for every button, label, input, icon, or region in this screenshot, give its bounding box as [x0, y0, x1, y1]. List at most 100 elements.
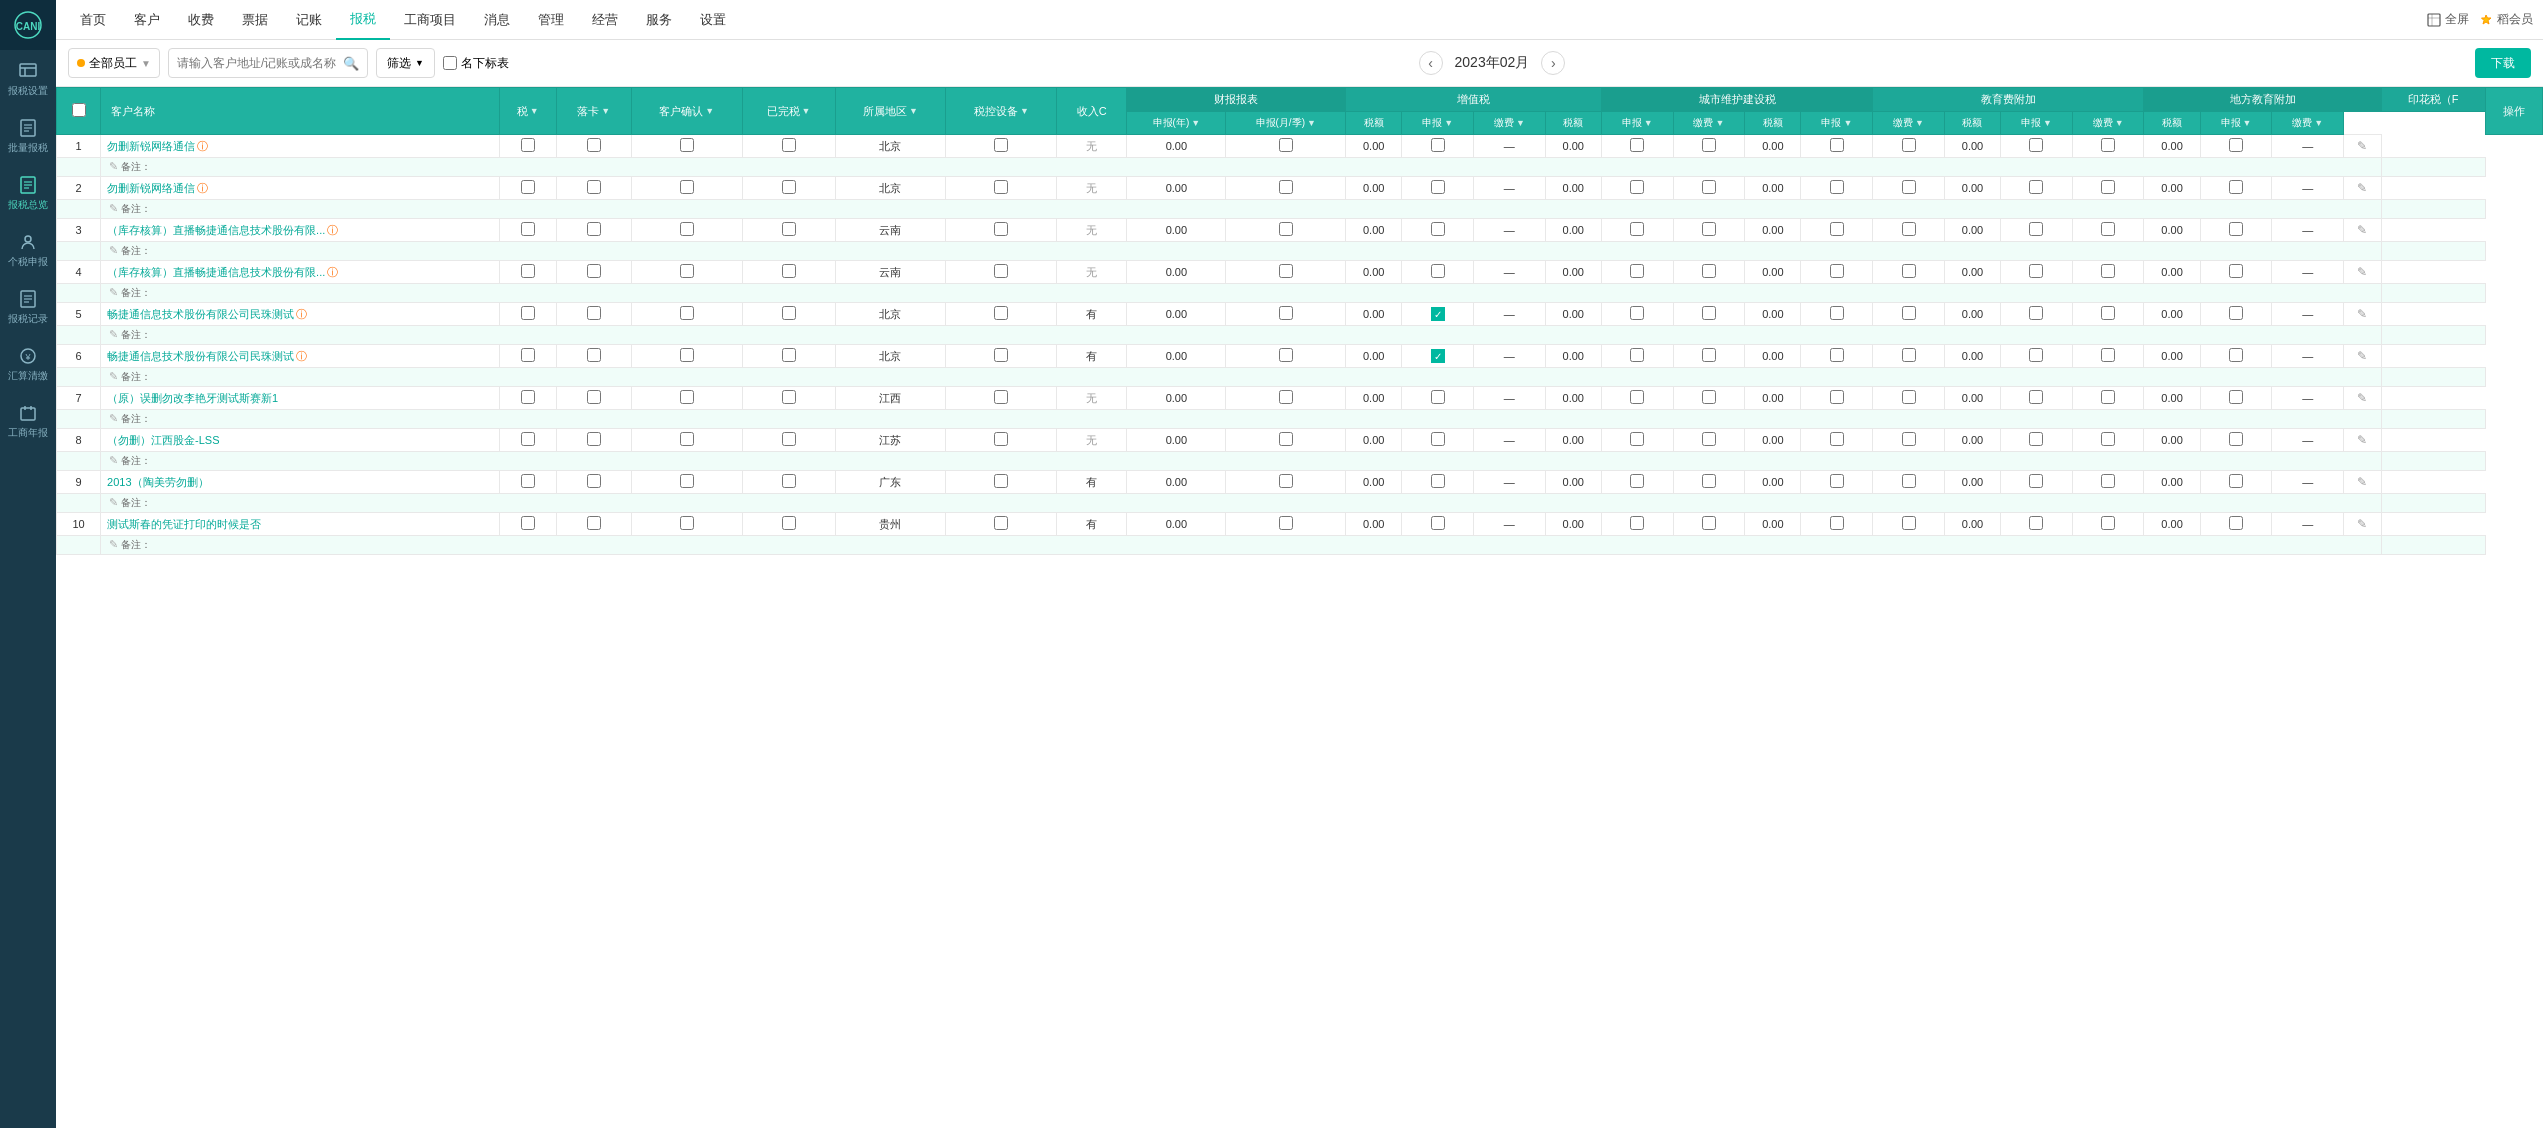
nav-service[interactable]: 服务 — [632, 0, 686, 40]
remark-cell[interactable]: ✎ 备注： — [101, 284, 2382, 303]
remark-cell[interactable]: ✎ 备注： — [101, 536, 2382, 555]
employee-filter[interactable]: 全部员工 ▼ — [68, 48, 160, 78]
edit-icon[interactable]: ✎ — [2357, 181, 2367, 195]
remark-cell[interactable]: ✎ 备注： — [101, 242, 2382, 261]
search-box[interactable]: 🔍 — [168, 48, 368, 78]
sidebar-item-batch-tax[interactable]: 批量报税 — [0, 107, 56, 164]
action-cell[interactable]: ✎ — [2344, 429, 2382, 452]
tax-table-wrapper[interactable]: 客户名称 税▼ 落卡▼ 客户确认▼ 已完税▼ — [56, 87, 2543, 1128]
remark-cell[interactable]: ✎ 备注： — [101, 326, 2382, 345]
fullscreen-btn[interactable]: 全屏 — [2427, 11, 2469, 28]
sidebar-item-personal-tax[interactable]: 个税申报 — [0, 221, 56, 278]
customer-name-cell[interactable]: （库存核算）直播畅捷通信息技术股份有限...ⓘ — [101, 219, 500, 242]
confirm-cell — [631, 177, 742, 200]
remark-cell[interactable]: ✎ 备注： — [101, 452, 2382, 471]
remark-row: ✎ 备注： — [57, 536, 2543, 555]
customer-name-cell[interactable]: 2013（陶美劳勿删） — [101, 471, 500, 494]
nav-manage[interactable]: 管理 — [524, 0, 578, 40]
remark-text: 备注： — [121, 539, 151, 550]
action-cell[interactable]: ✎ — [2344, 345, 2382, 368]
sidebar-item-settlement[interactable]: ¥ 汇算清缴 — [0, 335, 56, 392]
action-cell[interactable]: ✎ — [2344, 177, 2382, 200]
vat-amount: 0.00 — [1346, 387, 1402, 410]
remark-cell[interactable]: ✎ 备注： — [101, 200, 2382, 219]
local-amount: 0.00 — [1944, 471, 2000, 494]
edu-pay-cb — [1873, 471, 1945, 494]
nav-accounting[interactable]: 记账 — [282, 0, 336, 40]
income-cell: 无 — [1057, 429, 1127, 452]
remark-cell[interactable]: ✎ 备注： — [101, 494, 2382, 513]
nav-billing[interactable]: 收费 — [174, 0, 228, 40]
income-cell: 有 — [1057, 471, 1127, 494]
next-page-btn[interactable]: › — [1541, 51, 1565, 75]
action-cell[interactable]: ✎ — [2344, 135, 2382, 158]
vat-amount: 0.00 — [1346, 303, 1402, 326]
edit-icon[interactable]: ✎ — [2357, 139, 2367, 153]
edu-pay-cb — [1873, 177, 1945, 200]
edu-amount: 0.00 — [1745, 219, 1801, 242]
action-cell[interactable]: ✎ — [2344, 219, 2382, 242]
customer-name-cell[interactable]: 畅捷通信息技术股份有限公司民珠测试ⓘ — [101, 345, 500, 368]
sidebar-item-tax-records[interactable]: 报税记录 — [0, 278, 56, 335]
city-declare-cb — [1601, 471, 1673, 494]
edit-icon[interactable]: ✎ — [2357, 475, 2367, 489]
member-btn[interactable]: 稻会员 — [2479, 11, 2533, 28]
action-cell[interactable]: ✎ — [2344, 303, 2382, 326]
nav-operation[interactable]: 经营 — [578, 0, 632, 40]
sidebar-item-tax-settings[interactable]: 报税设置 — [0, 50, 56, 107]
svg-point-13 — [25, 236, 31, 242]
action-cell[interactable]: ✎ — [2344, 387, 2382, 410]
customer-name-cell[interactable]: （勿删）江西股金-LSS — [101, 429, 500, 452]
nav-message[interactable]: 消息 — [470, 0, 524, 40]
remark-cell[interactable]: ✎ 备注： — [101, 410, 2382, 429]
edit-icon[interactable]: ✎ — [2357, 391, 2367, 405]
remark-spacer — [57, 326, 101, 345]
select-all-checkbox[interactable] — [72, 103, 86, 117]
nav-tax[interactable]: 报税 — [336, 0, 390, 40]
th-local-amount: 税额 — [1944, 112, 2000, 135]
edit-icon[interactable]: ✎ — [2357, 433, 2367, 447]
city-declare-cb — [1601, 303, 1673, 326]
filter-button[interactable]: 筛选 ▼ — [376, 48, 435, 78]
edit-icon[interactable]: ✎ — [2357, 223, 2367, 237]
annual-report-cb — [1226, 219, 1346, 242]
edit-icon[interactable]: ✎ — [2357, 265, 2367, 279]
customer-name-cell[interactable]: 勿删新锐网络通信ⓘ — [101, 177, 500, 200]
nav-business[interactable]: 工商项目 — [390, 0, 470, 40]
edu-declare-cb — [1801, 429, 1873, 452]
prev-page-btn[interactable]: ‹ — [1419, 51, 1443, 75]
row-no: 1 — [57, 135, 101, 158]
customer-name-cell[interactable]: 测试斯春的凭证打印的时候是否 — [101, 513, 500, 536]
action-cell[interactable]: ✎ — [2344, 513, 2382, 536]
nav-settings[interactable]: 设置 — [686, 0, 740, 40]
edit-icon[interactable]: ✎ — [2357, 517, 2367, 531]
nav-home[interactable]: 首页 — [66, 0, 120, 40]
search-input[interactable] — [177, 56, 339, 70]
customer-name-cell[interactable]: 畅捷通信息技术股份有限公司民珠测试ⓘ — [101, 303, 500, 326]
nav-customer[interactable]: 客户 — [120, 0, 174, 40]
customer-name-cell[interactable]: （原）误删勿改李艳牙测试斯赛新1 — [101, 387, 500, 410]
edit-icon[interactable]: ✎ — [2357, 307, 2367, 321]
th-annual-report: 申报(年)▼ — [1127, 112, 1226, 135]
city-pay-cb — [1673, 303, 1745, 326]
action-cell[interactable]: ✎ — [2344, 261, 2382, 284]
remark-cell[interactable]: ✎ 备注： — [101, 368, 2382, 387]
remark-cell[interactable]: ✎ 备注： — [101, 158, 2382, 177]
customer-name-cell[interactable]: 勿删新锐网络通信ⓘ — [101, 135, 500, 158]
named-list-checkbox-label[interactable]: 名下标表 — [443, 55, 509, 72]
sidebar-item-annual-report[interactable]: 工商年报 — [0, 392, 56, 449]
edit-icon[interactable]: ✎ — [2357, 349, 2367, 363]
download-button[interactable]: 下载 — [2475, 48, 2531, 78]
th-blank-card: 落卡▼ — [556, 88, 631, 135]
blank-card-cell — [556, 135, 631, 158]
named-list-checkbox[interactable] — [443, 56, 457, 70]
nav-invoice[interactable]: 票据 — [228, 0, 282, 40]
stamp-amount: 0.00 — [2144, 219, 2200, 242]
action-cell[interactable]: ✎ — [2344, 471, 2382, 494]
customer-name-cell[interactable]: （库存核算）直播畅捷通信息技术股份有限...ⓘ — [101, 261, 500, 284]
remark-text: 备注： — [121, 455, 151, 466]
sidebar-item-tax-overview[interactable]: 报税总览 — [0, 164, 56, 221]
region-cell: 云南 — [835, 261, 946, 284]
th-checkbox — [57, 88, 101, 135]
annual-report-icon — [17, 402, 39, 424]
